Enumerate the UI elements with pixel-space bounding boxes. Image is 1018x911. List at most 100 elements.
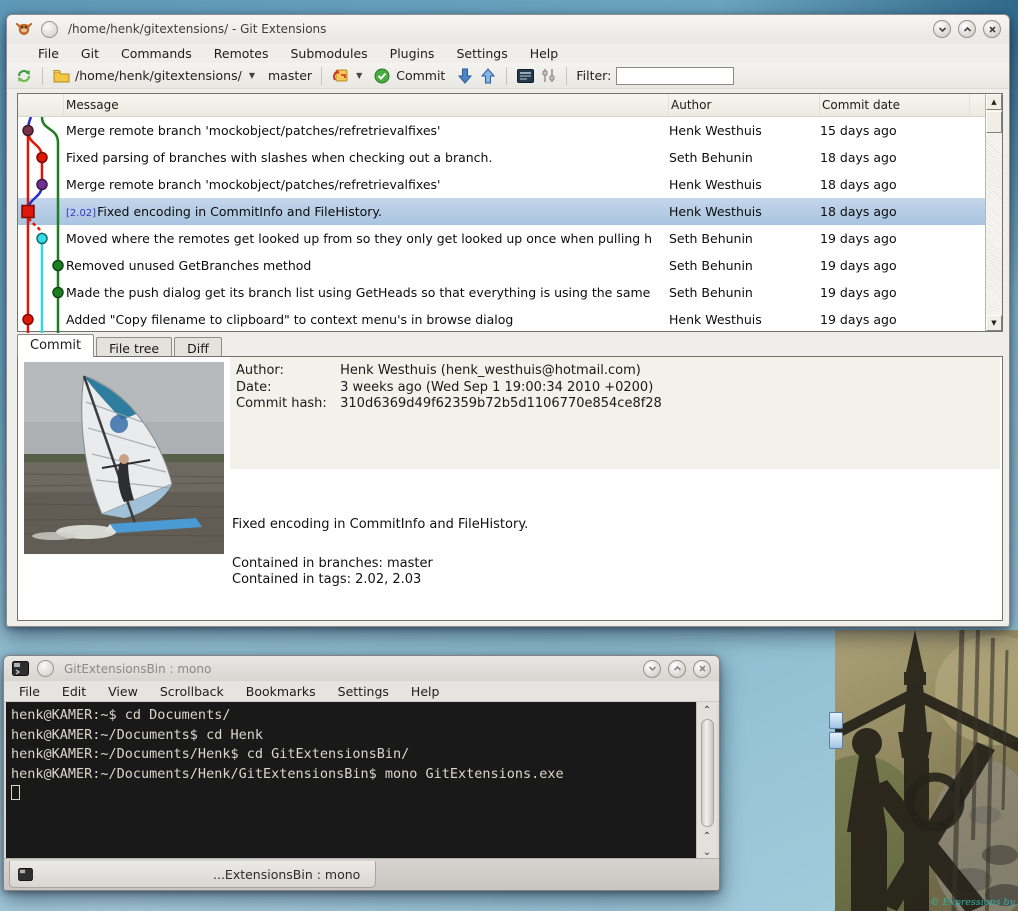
commit-row[interactable]: Removed unused GetBranches method Seth B… bbox=[18, 252, 1002, 279]
filter-input[interactable] bbox=[616, 67, 734, 85]
refresh-icon bbox=[16, 68, 32, 84]
tab-diff[interactable]: Diff bbox=[174, 337, 222, 357]
toolbar-separator bbox=[321, 67, 322, 85]
minimize-button[interactable] bbox=[643, 660, 661, 678]
commit-info-box: Author: Henk Westhuis (henk_westhuis@hot… bbox=[230, 357, 1000, 469]
current-branch[interactable]: master bbox=[268, 68, 312, 83]
terminal-tab[interactable]: ...ExtensionsBin : mono bbox=[9, 861, 376, 888]
menu-scrollback[interactable]: Scrollback bbox=[149, 681, 235, 702]
commit-row[interactable]: Moved where the remotes get looked up fr… bbox=[18, 225, 1002, 252]
git-menubar: File Git Commands Remotes Submodules Plu… bbox=[7, 43, 1009, 63]
list-header: Message Author Commit date bbox=[18, 94, 1002, 117]
graph-column-header[interactable] bbox=[18, 94, 64, 116]
hash-label: Commit hash: bbox=[236, 396, 336, 413]
chevron-up-icon bbox=[672, 663, 683, 674]
commit-row-selected[interactable]: [2.02]Fixed encoding in CommitInfo and F… bbox=[18, 198, 1002, 225]
menu-submodules[interactable]: Submodules bbox=[280, 43, 379, 64]
desktop-icon[interactable] bbox=[829, 712, 844, 750]
working-dir-button[interactable] bbox=[52, 67, 70, 85]
maximize-button[interactable] bbox=[958, 20, 976, 38]
menu-view[interactable]: View bbox=[97, 681, 149, 702]
close-button[interactable] bbox=[693, 660, 711, 678]
chevron-down-icon bbox=[937, 24, 948, 35]
commit-check-icon bbox=[374, 68, 390, 84]
window-menu-button[interactable] bbox=[37, 660, 54, 677]
scrollbar-thumb[interactable] bbox=[701, 719, 714, 827]
date-value: 3 weeks ago (Wed Sep 1 19:00:34 2010 +02… bbox=[340, 380, 653, 395]
menu-file[interactable]: File bbox=[8, 681, 51, 702]
menu-edit[interactable]: Edit bbox=[51, 681, 97, 702]
menu-remotes[interactable]: Remotes bbox=[203, 43, 280, 64]
scroll-up-button[interactable]: ⌃ bbox=[697, 702, 717, 718]
minimize-button[interactable] bbox=[933, 20, 951, 38]
refresh-button[interactable] bbox=[15, 67, 33, 85]
commit-row[interactable]: Merge remote branch 'mockobject/patches/… bbox=[18, 171, 1002, 198]
konsole-icon bbox=[12, 661, 29, 676]
commit-row[interactable]: Added "Copy filename to clipboard" to co… bbox=[18, 306, 1002, 333]
filter-label: Filter: bbox=[576, 68, 611, 83]
menu-help[interactable]: Help bbox=[519, 43, 570, 64]
repo-dropdown-caret-icon[interactable]: ▼ bbox=[249, 71, 255, 80]
hash-line: Commit hash: 310d6369d49f62359b72b5d1106… bbox=[230, 396, 1000, 413]
tab-file-tree[interactable]: File tree bbox=[96, 337, 172, 357]
scrollbar-thumb[interactable] bbox=[986, 111, 1002, 133]
date-line: Date: 3 weeks ago (Wed Sep 1 19:00:34 20… bbox=[230, 380, 1000, 397]
branch-dropdown-caret-icon[interactable]: ▼ bbox=[356, 71, 362, 80]
git-extensions-cow-icon bbox=[15, 21, 33, 37]
push-button[interactable] bbox=[479, 67, 497, 85]
scroll-up-button[interactable]: ⌃ bbox=[697, 828, 717, 844]
photo-watermark: © Expressions by bbox=[930, 897, 1015, 908]
commit-row[interactable]: Fixed parsing of branches with slashes w… bbox=[18, 144, 1002, 171]
tag-badge: [2.02] bbox=[66, 208, 96, 219]
chevron-up-icon bbox=[962, 24, 973, 35]
menu-settings[interactable]: Settings bbox=[327, 681, 400, 702]
konsole-window: GitExtensionsBin : mono File Edit View S… bbox=[3, 655, 720, 891]
commit-details-panel: Author: Henk Westhuis (henk_westhuis@hot… bbox=[17, 356, 1003, 621]
menu-plugins[interactable]: Plugins bbox=[379, 43, 446, 64]
terminal-cursor bbox=[11, 785, 20, 800]
author-column-header[interactable]: Author bbox=[669, 94, 820, 116]
terminal-console[interactable]: henk@KAMER:~$ cd Documents/ henk@KAMER:~… bbox=[6, 702, 717, 860]
terminal-scrollbar[interactable]: ⌃ ⌃ ⌄ bbox=[696, 702, 717, 860]
file-icon bbox=[829, 712, 843, 729]
menu-bookmarks[interactable]: Bookmarks bbox=[235, 681, 327, 702]
terminal-titlebar[interactable]: GitExtensionsBin : mono bbox=[4, 656, 719, 681]
commit-history-list: Message Author Commit date Merge remote … bbox=[17, 93, 1003, 332]
git-bash-button[interactable] bbox=[516, 67, 534, 85]
maximize-button[interactable] bbox=[668, 660, 686, 678]
scroll-down-button[interactable]: ▼ bbox=[986, 315, 1002, 331]
pull-button[interactable] bbox=[456, 67, 474, 85]
folder-icon bbox=[53, 69, 70, 83]
author-line: Author: Henk Westhuis (henk_westhuis@hot… bbox=[230, 357, 1000, 380]
menu-file[interactable]: File bbox=[27, 43, 70, 64]
commit-button-label[interactable]: Commit bbox=[396, 68, 445, 83]
tab-commit[interactable]: Commit bbox=[17, 334, 94, 357]
close-button[interactable] bbox=[983, 20, 1001, 38]
git-toolbar: /home/henk/gitextensions/ ▼ master ▼ Com… bbox=[7, 63, 1009, 89]
git-window-titlebar[interactable]: /home/henk/gitextensions/ - Git Extensio… bbox=[7, 15, 1009, 43]
arrow-up-icon bbox=[481, 68, 495, 84]
contained-branches: Contained in branches: master bbox=[232, 556, 433, 572]
repo-path[interactable]: /home/henk/gitextensions/ bbox=[75, 68, 242, 83]
menu-git[interactable]: Git bbox=[70, 43, 110, 64]
settings-button[interactable] bbox=[539, 67, 557, 85]
window-menu-button[interactable] bbox=[41, 21, 58, 38]
menu-help[interactable]: Help bbox=[400, 681, 451, 702]
menu-commands[interactable]: Commands bbox=[110, 43, 203, 64]
commit-button[interactable] bbox=[373, 67, 391, 85]
file-icon bbox=[829, 732, 843, 749]
commit-list-scrollbar[interactable]: ▲ ▼ bbox=[985, 94, 1002, 331]
commit-row[interactable]: Made the push dialog get its branch list… bbox=[18, 279, 1002, 306]
containment-info: Contained in branches: master Contained … bbox=[232, 556, 433, 588]
date-column-header[interactable]: Commit date bbox=[820, 94, 970, 116]
message-column-header[interactable]: Message bbox=[64, 94, 669, 116]
sliders-icon bbox=[541, 68, 556, 83]
scroll-up-button[interactable]: ▲ bbox=[986, 94, 1002, 110]
branch-button[interactable] bbox=[331, 67, 349, 85]
commit-row[interactable]: Merge remote branch 'mockobject/patches/… bbox=[18, 117, 1002, 144]
terminal-output: henk@KAMER:~$ cd Documents/ henk@KAMER:~… bbox=[6, 702, 696, 860]
desktop-wallpaper-fence-photo: © Expressions by bbox=[835, 630, 1018, 911]
author-value: Henk Westhuis (henk_westhuis@hotmail.com… bbox=[340, 363, 641, 378]
close-icon bbox=[697, 663, 708, 674]
menu-settings[interactable]: Settings bbox=[445, 43, 518, 64]
